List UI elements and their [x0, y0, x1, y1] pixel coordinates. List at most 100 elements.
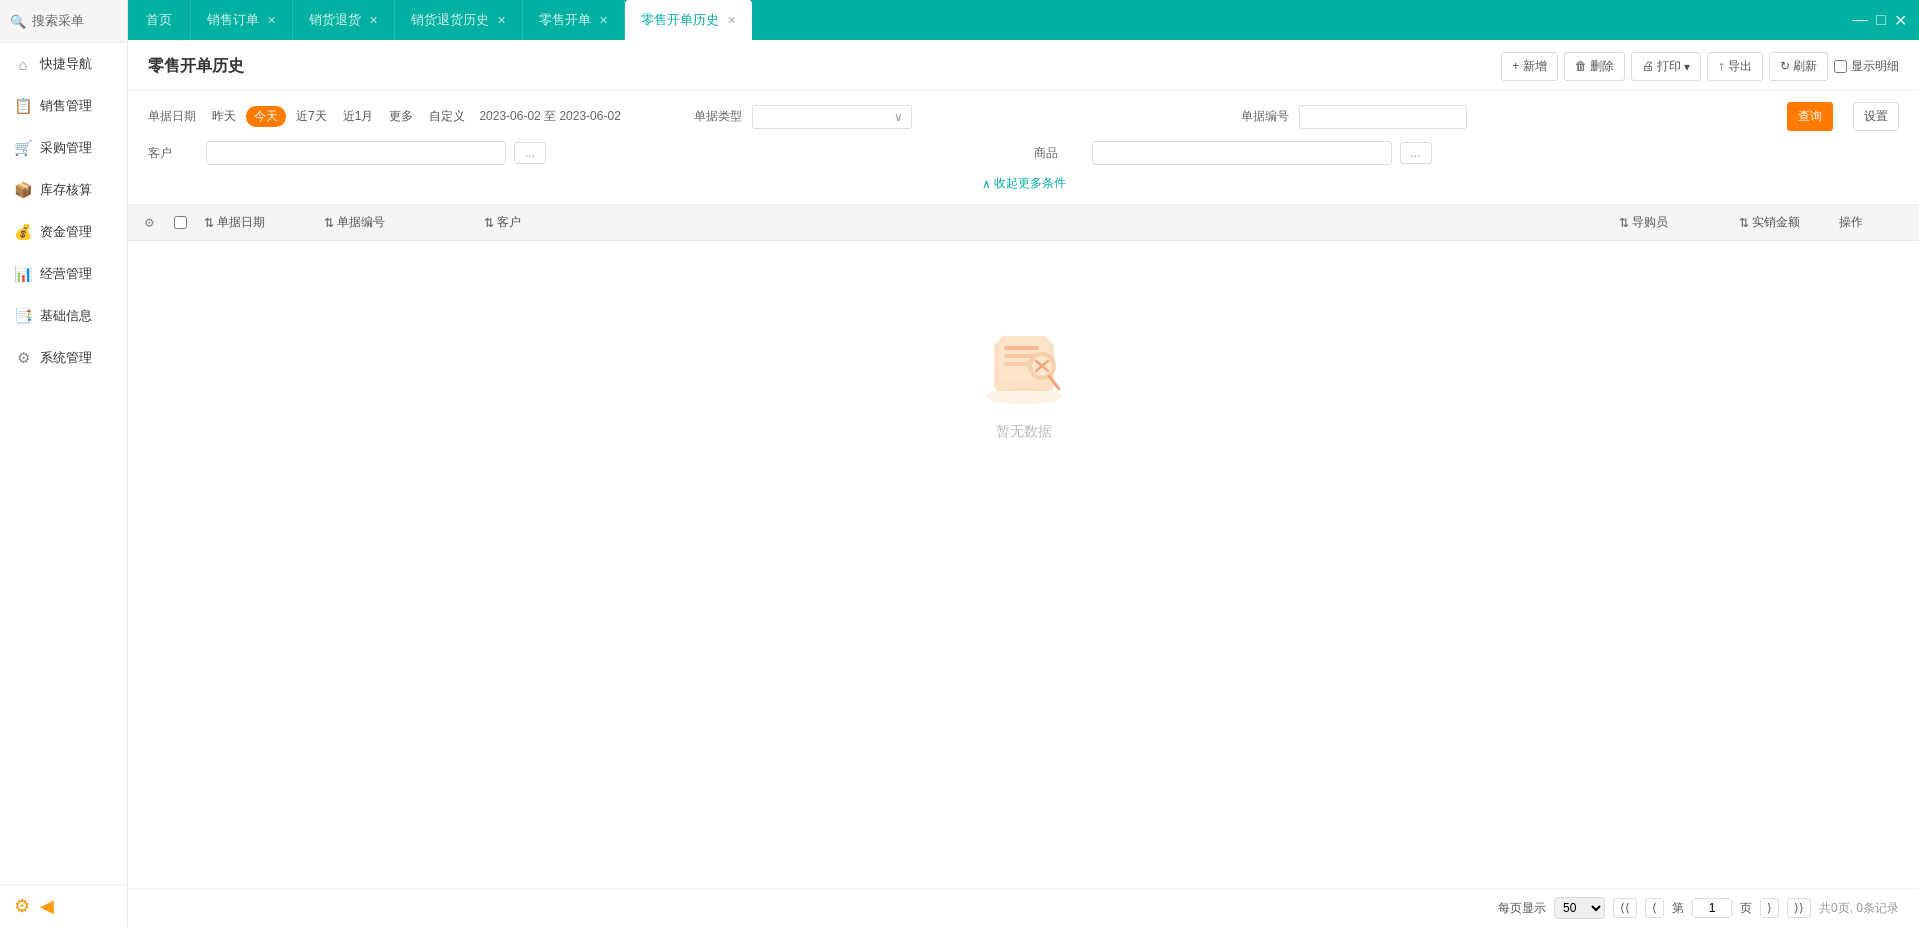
sidebar-label-basic-info: 基础信息 — [40, 307, 92, 325]
settings-icon[interactable]: ⚙ — [14, 895, 30, 917]
filter-row-2: 客户 ... 商品 ... — [148, 141, 1899, 165]
sidebar-item-inventory[interactable]: 📦库存核算 — [0, 169, 127, 211]
next-page-btn[interactable]: ⟩ — [1760, 898, 1779, 918]
tab-close-sales-return[interactable]: ✕ — [369, 14, 378, 27]
th-customer[interactable]: ⇅ 客户 — [476, 214, 1611, 231]
refresh-button[interactable]: ↻ 刷新 — [1769, 52, 1828, 81]
prev-page-btn[interactable]: ⟨ — [1645, 898, 1664, 918]
page-of-label: 页 — [1740, 900, 1752, 917]
page-total: 共0页, 0条记录 — [1819, 900, 1899, 917]
bill-type-select[interactable]: ∨ — [752, 105, 912, 129]
sidebar-item-quick-nav[interactable]: ⌂快捷导航 — [0, 43, 127, 85]
select-all-checkbox[interactable] — [174, 216, 187, 229]
per-page-label: 每页显示 — [1498, 900, 1546, 917]
goods-input[interactable] — [1092, 141, 1392, 165]
collapse-btn[interactable]: ∧ 收起更多条件 — [982, 175, 1066, 192]
tab-close-sales-return-history[interactable]: ✕ — [497, 14, 506, 27]
th-amount-sort: ⇅ — [1739, 216, 1749, 230]
svg-rect-3 — [1004, 346, 1039, 350]
th-guide[interactable]: ⇅ 导购员 — [1611, 214, 1731, 231]
tab-close-sales-order[interactable]: ✕ — [267, 14, 276, 27]
last-page-btn[interactable]: ⟩⟩ — [1787, 898, 1811, 918]
sidebar-label-purchase-mgmt: 采购管理 — [40, 139, 92, 157]
goods-ellipsis-btn[interactable]: ... — [1400, 142, 1432, 164]
first-page-btn[interactable]: ⟨⟨ — [1613, 898, 1637, 918]
maximize-btn[interactable]: □ — [1876, 11, 1886, 29]
customer-input[interactable] — [206, 141, 506, 165]
date-shortcuts: 昨天 今天 近7天 近1月 更多 自定义 — [206, 106, 471, 127]
sidebar-item-finance[interactable]: 💰资金管理 — [0, 211, 127, 253]
query-button[interactable]: 查询 — [1787, 102, 1833, 131]
th-amount[interactable]: ⇅ 实销金额 — [1731, 214, 1831, 231]
main-area: 首页销售订单✕销货退货✕销货退货历史✕零售开单✕零售开单历史✕ — □ ✕ 零售… — [128, 0, 1919, 927]
custom-btn[interactable]: 自定义 — [423, 106, 471, 127]
today-btn[interactable]: 今天 — [246, 106, 286, 127]
export-button[interactable]: ↑ 导出 — [1707, 52, 1762, 81]
sidebar-item-sales-mgmt[interactable]: 📋销售管理 — [0, 85, 127, 127]
print-arrow: ▾ — [1684, 60, 1690, 74]
date-filter-label: 单据日期 — [148, 108, 198, 125]
tab-sales-return-history[interactable]: 销货退货历史✕ — [395, 0, 523, 40]
sidebar-icon-basic-info: 📑 — [14, 307, 32, 325]
th-gear[interactable]: ⚙ — [136, 216, 166, 230]
date-filter-group: 单据日期 昨天 今天 近7天 近1月 更多 自定义 2023-06-02 至 2… — [148, 106, 674, 127]
sidebar-search-label: 搜索采单 — [32, 12, 84, 30]
page-input[interactable] — [1692, 898, 1732, 918]
print-button[interactable]: 🖨 打印 ▾ — [1631, 52, 1701, 81]
settings-button[interactable]: 设置 — [1853, 102, 1899, 131]
show-detail-label: 显示明细 — [1851, 58, 1899, 75]
th-date-sort: ⇅ — [204, 216, 214, 230]
show-detail-checkbox[interactable]: 显示明细 — [1834, 58, 1899, 75]
tab-close-retail-open[interactable]: ✕ — [599, 14, 608, 27]
yesterday-btn[interactable]: 昨天 — [206, 106, 242, 127]
page-label: 第 — [1672, 900, 1684, 917]
tab-close-retail-open-history[interactable]: ✕ — [727, 14, 736, 27]
th-customer-label: 客户 — [497, 214, 521, 231]
more-btn[interactable]: 更多 — [383, 106, 419, 127]
sidebar-item-sys-mgmt[interactable]: ⚙系统管理 — [0, 337, 127, 379]
th-date[interactable]: ⇅ 单据日期 — [196, 214, 316, 231]
bill-num-label: 单据编号 — [1241, 108, 1291, 125]
sidebar-nav: ⌂快捷导航📋销售管理🛒采购管理📦库存核算💰资金管理📊经营管理 📑 基础信息 ⚙系统管理 — [0, 43, 127, 884]
last7-btn[interactable]: 近7天 — [290, 106, 333, 127]
tab-label-sales-order: 销售订单 — [207, 11, 259, 29]
close-btn[interactable]: ✕ — [1894, 11, 1907, 30]
th-checkbox[interactable] — [166, 216, 196, 229]
tab-label-retail-open: 零售开单 — [539, 11, 591, 29]
th-guide-label: 导购员 — [1632, 214, 1668, 231]
bill-type-label: 单据类型 — [694, 108, 744, 125]
th-date-label: 单据日期 — [217, 214, 265, 231]
bill-type-filter-group: 单据类型 ∨ — [694, 105, 1220, 129]
svg-rect-5 — [1004, 362, 1029, 366]
page-size-select[interactable]: 102050100 — [1554, 897, 1605, 919]
minimize-btn[interactable]: — — [1852, 11, 1868, 29]
tab-bar: 首页销售订单✕销货退货✕销货退货历史✕零售开单✕零售开单历史✕ — □ ✕ — [128, 0, 1919, 40]
collapse-row: ∧ 收起更多条件 — [148, 175, 1899, 192]
window-controls: — □ ✕ — [1852, 11, 1919, 30]
tab-sales-order[interactable]: 销售订单 ✕ — [191, 0, 293, 40]
show-detail-input[interactable] — [1834, 60, 1847, 73]
sidebar-item-purchase-mgmt[interactable]: 🛒采购管理 — [0, 127, 127, 169]
sidebar-label-sys-mgmt: 系统管理 — [40, 349, 92, 367]
add-button[interactable]: + 新增 — [1501, 52, 1557, 81]
sidebar-search[interactable]: 🔍 搜索采单 — [0, 0, 127, 43]
tab-sales-return[interactable]: 销货退货✕ — [293, 0, 395, 40]
bill-num-input[interactable] — [1299, 105, 1467, 129]
tab-retail-open-history[interactable]: 零售开单历史✕ — [625, 0, 752, 40]
pagination-bar: 每页显示 102050100 ⟨⟨ ⟨ 第 页 ⟩ ⟩⟩ 共0页, 0条记录 — [128, 888, 1919, 927]
collapse-sidebar-icon[interactable]: ◀ — [40, 895, 54, 917]
th-num[interactable]: ⇅ 单据编号 — [316, 214, 476, 231]
page-title: 零售开单历史 — [148, 56, 244, 77]
sidebar-label-sales-mgmt: 销售管理 — [40, 97, 92, 115]
sidebar-item-basic-info[interactable]: 📑 基础信息 — [0, 295, 127, 337]
tab-home[interactable]: 首页 — [128, 0, 191, 40]
sidebar-item-ops-mgmt[interactable]: 📊经营管理 — [0, 253, 127, 295]
last-month-btn[interactable]: 近1月 — [337, 106, 380, 127]
date-range-display: 2023-06-02 至 2023-06-02 — [479, 108, 620, 125]
delete-button[interactable]: 🗑 删除 — [1564, 52, 1625, 81]
th-action-label: 操作 — [1839, 214, 1863, 231]
tab-retail-open[interactable]: 零售开单 ✕ — [523, 0, 625, 40]
th-amount-label: 实销金额 — [1752, 214, 1800, 231]
sidebar-label-inventory: 库存核算 — [40, 181, 92, 199]
customer-ellipsis-btn[interactable]: ... — [514, 142, 546, 164]
